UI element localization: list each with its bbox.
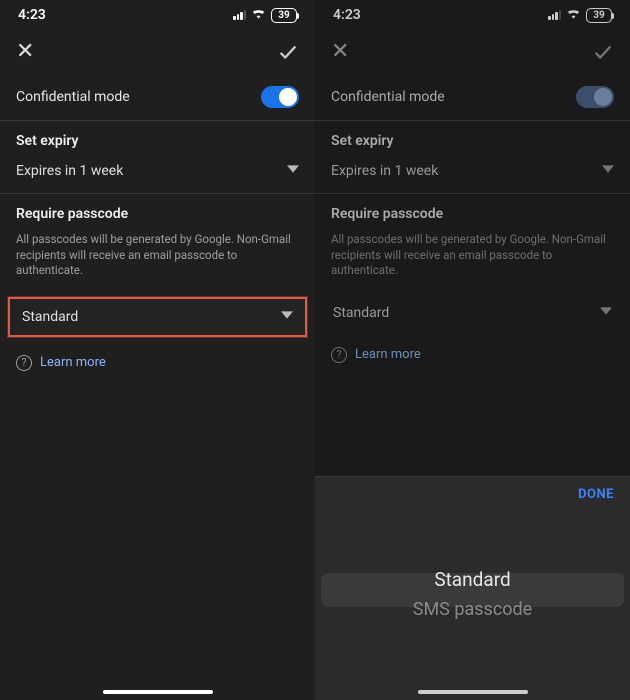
home-indicator[interactable] xyxy=(103,690,213,694)
cellular-icon xyxy=(548,10,561,20)
chevron-down-icon xyxy=(602,163,614,179)
status-time: 4:23 xyxy=(18,7,46,23)
confidential-mode-label: Confidential mode xyxy=(331,89,445,105)
expiry-value: Expires in 1 week xyxy=(331,163,438,179)
battery-level: 39 xyxy=(278,10,289,21)
nav-bar: ✕ xyxy=(315,30,630,74)
learn-more-label: Learn more xyxy=(40,355,106,370)
wifi-icon xyxy=(566,7,581,23)
confirm-icon[interactable] xyxy=(592,41,614,63)
passcode-title: Require passcode xyxy=(0,194,315,228)
chevron-down-icon xyxy=(600,305,612,321)
passcode-value: Standard xyxy=(22,309,78,325)
screen-left: 4:23 39 ✕ Confidential mode Set expiry E… xyxy=(0,0,315,700)
close-icon[interactable]: ✕ xyxy=(331,41,349,63)
learn-more-link[interactable]: ? Learn more xyxy=(0,337,315,389)
screen-right: 4:23 39 ✕ Confidential mode Set expiry E… xyxy=(315,0,630,700)
help-icon: ? xyxy=(331,347,347,363)
confidential-mode-row: Confidential mode xyxy=(0,74,315,120)
confidential-mode-row: Confidential mode xyxy=(315,74,630,120)
status-icons: 39 xyxy=(548,7,612,23)
passcode-helper: All passcodes will be generated by Googl… xyxy=(315,228,630,289)
passcode-value: Standard xyxy=(333,305,389,321)
learn-more-link[interactable]: ? Learn more xyxy=(315,329,630,381)
help-icon: ? xyxy=(16,355,32,371)
confidential-mode-toggle[interactable] xyxy=(576,86,614,108)
picker-option-selected[interactable]: Standard xyxy=(434,565,510,595)
battery-icon: 39 xyxy=(586,8,612,23)
confirm-icon[interactable] xyxy=(277,41,299,63)
learn-more-label: Learn more xyxy=(355,347,421,362)
picker-wheel[interactable]: Standard SMS passcode xyxy=(315,510,630,680)
expiry-title: Set expiry xyxy=(0,121,315,155)
cellular-icon xyxy=(233,10,246,20)
picker-option[interactable]: SMS passcode xyxy=(413,595,532,625)
passcode-select[interactable]: Standard xyxy=(329,297,616,329)
picker-toolbar: DONE xyxy=(315,477,630,510)
confidential-mode-toggle[interactable] xyxy=(261,86,299,108)
close-icon[interactable]: ✕ xyxy=(16,41,34,63)
picker-sheet: DONE Standard SMS passcode xyxy=(315,476,630,700)
battery-level: 39 xyxy=(593,10,604,21)
expiry-select[interactable]: Expires in 1 week xyxy=(0,155,315,193)
status-time: 4:23 xyxy=(333,7,361,23)
chevron-down-icon xyxy=(287,163,299,179)
home-indicator[interactable] xyxy=(418,690,528,694)
expiry-value: Expires in 1 week xyxy=(16,163,123,179)
status-bar: 4:23 39 xyxy=(315,0,630,30)
chevron-down-icon xyxy=(281,309,293,325)
status-bar: 4:23 39 xyxy=(0,0,315,30)
passcode-helper: All passcodes will be generated by Googl… xyxy=(0,228,315,289)
status-icons: 39 xyxy=(233,7,297,23)
wifi-icon xyxy=(251,7,266,23)
confidential-mode-label: Confidential mode xyxy=(16,89,130,105)
battery-icon: 39 xyxy=(271,8,297,23)
expiry-title: Set expiry xyxy=(315,121,630,155)
expiry-select[interactable]: Expires in 1 week xyxy=(315,155,630,193)
passcode-select[interactable]: Standard xyxy=(8,297,307,337)
nav-bar: ✕ xyxy=(0,30,315,74)
passcode-title: Require passcode xyxy=(315,194,630,228)
picker-done-button[interactable]: DONE xyxy=(578,487,614,502)
